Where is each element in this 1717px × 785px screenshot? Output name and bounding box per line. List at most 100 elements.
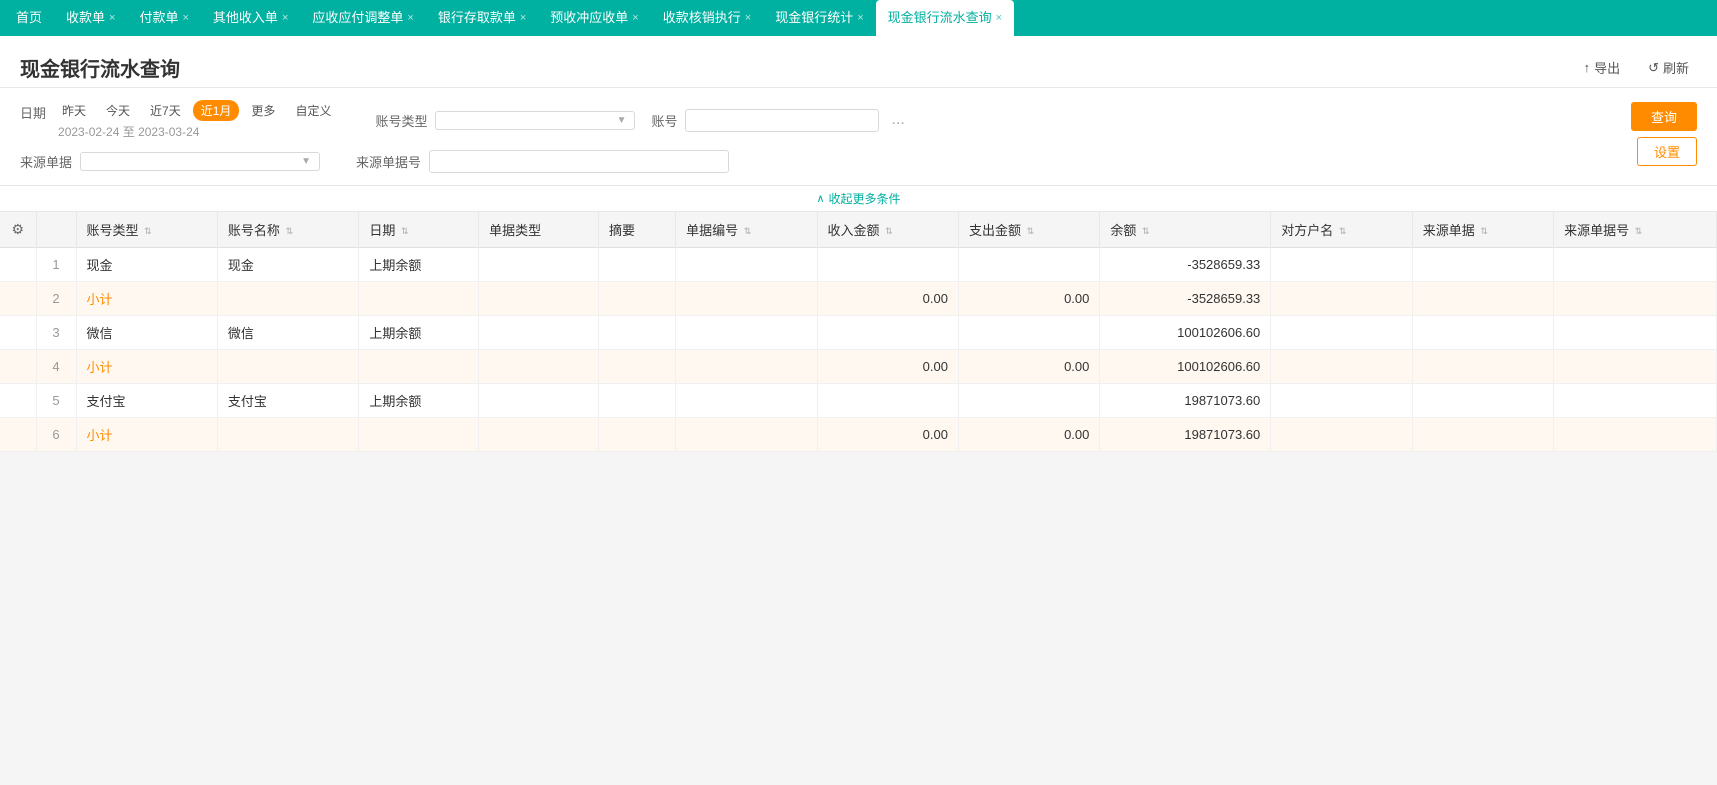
column-income[interactable]: 收入金额 ⇅ xyxy=(817,212,958,248)
table-row[interactable]: 5支付宝支付宝上期余额19871073.60 xyxy=(0,384,1717,418)
cell-account-type: 小计 xyxy=(76,282,217,316)
cell-account-name: 现金 xyxy=(217,248,358,282)
nav-receipts-close[interactable]: × xyxy=(109,0,115,36)
cell-doc-type xyxy=(479,350,599,384)
cell-account-type: 微信 xyxy=(76,316,217,350)
collapse-up-icon: ∧ xyxy=(816,192,824,205)
account-type-select[interactable]: ▼ xyxy=(435,111,635,130)
date-7days[interactable]: 近7天 xyxy=(142,100,189,121)
column-counterpart[interactable]: 对方户名 ⇅ xyxy=(1271,212,1412,248)
table-row[interactable]: 4小计0.000.00100102606.60 xyxy=(0,350,1717,384)
page-header: 现金银行流水查询 ↑ 导出 ↺ 刷新 xyxy=(0,36,1717,88)
nav-other-income-label: 其他收入单 xyxy=(213,0,278,36)
column-balance[interactable]: 余额 ⇅ xyxy=(1100,212,1271,248)
table-header-row: ⚙ 账号类型 ⇅ 账号名称 ⇅ 日期 ⇅ 单据类型 xyxy=(0,212,1717,248)
cell-gear xyxy=(0,316,36,350)
cell-date: 上期余额 xyxy=(359,316,479,350)
account-more-button[interactable]: ... xyxy=(891,111,904,129)
data-table-container: ⚙ 账号类型 ⇅ 账号名称 ⇅ 日期 ⇅ 单据类型 xyxy=(0,212,1717,452)
refresh-button[interactable]: ↺ 刷新 xyxy=(1640,54,1697,81)
cell-counterpart xyxy=(1271,384,1412,418)
table-row[interactable]: 2小计0.000.00-3528659.33 xyxy=(0,282,1717,316)
cell-counterpart xyxy=(1271,316,1412,350)
cell-balance: 19871073.60 xyxy=(1100,418,1271,452)
nav-cash-flow[interactable]: 现金银行流水查询 × xyxy=(876,0,1014,36)
date-yesterday[interactable]: 昨天 xyxy=(54,100,94,121)
sort-account-name[interactable]: ⇅ xyxy=(286,226,294,237)
cell-income: 0.00 xyxy=(817,282,958,316)
sort-income[interactable]: ⇅ xyxy=(885,226,893,237)
nav-bank-deposit-close[interactable]: × xyxy=(520,0,526,36)
sort-source-doc[interactable]: ⇅ xyxy=(1480,226,1488,237)
nav-advance-receipts-close[interactable]: × xyxy=(632,0,638,36)
table-row[interactable]: 1现金现金上期余额-3528659.33 xyxy=(0,248,1717,282)
nav-payments-close[interactable]: × xyxy=(182,0,188,36)
nav-collection-exec-close[interactable]: × xyxy=(745,0,751,36)
cell-source-doc xyxy=(1412,384,1553,418)
nav-cash-stats[interactable]: 现金银行统计 × xyxy=(763,0,875,36)
sort-account-type[interactable]: ⇅ xyxy=(144,226,152,237)
nav-other-income-close[interactable]: × xyxy=(282,0,288,36)
column-source-doc-no[interactable]: 来源单据号 ⇅ xyxy=(1554,212,1717,248)
query-button[interactable]: 查询 xyxy=(1631,102,1697,131)
settings-button[interactable]: 设置 xyxy=(1637,137,1697,166)
nav-collection-exec-label: 收款核销执行 xyxy=(663,0,741,36)
header-actions: ↑ 导出 ↺ 刷新 xyxy=(1576,54,1697,81)
cell-account-type: 支付宝 xyxy=(76,384,217,418)
nav-receipts[interactable]: 收款单 × xyxy=(54,0,127,36)
export-icon: ↑ xyxy=(1584,60,1591,75)
nav-home-label: 首页 xyxy=(16,0,42,36)
nav-advance-receipts[interactable]: 预收冲应收单 × xyxy=(538,0,650,36)
date-more[interactable]: 更多 xyxy=(243,100,283,121)
nav-collection-exec[interactable]: 收款核销执行 × xyxy=(651,0,763,36)
date-1month[interactable]: 近1月 xyxy=(193,100,240,121)
sort-counterpart[interactable]: ⇅ xyxy=(1339,226,1347,237)
table-row[interactable]: 3微信微信上期余额100102606.60 xyxy=(0,316,1717,350)
cell-date: 上期余额 xyxy=(359,384,479,418)
table-row[interactable]: 6小计0.000.0019871073.60 xyxy=(0,418,1717,452)
source-doc-no-input[interactable] xyxy=(429,150,729,173)
sort-source-doc-no[interactable]: ⇅ xyxy=(1635,226,1643,237)
cell-source-doc-no xyxy=(1554,316,1717,350)
date-custom[interactable]: 自定义 xyxy=(287,100,339,121)
column-account-name[interactable]: 账号名称 ⇅ xyxy=(217,212,358,248)
cell-balance: -3528659.33 xyxy=(1100,282,1271,316)
cell-balance: -3528659.33 xyxy=(1100,248,1271,282)
column-date[interactable]: 日期 ⇅ xyxy=(359,212,479,248)
nav-other-income[interactable]: 其他收入单 × xyxy=(201,0,300,36)
source-doc-label: 来源单据 xyxy=(20,152,72,171)
cell-source-doc-no xyxy=(1554,282,1717,316)
cell-doc-no xyxy=(676,384,817,418)
column-settings[interactable]: ⚙ xyxy=(0,212,36,248)
gear-icon[interactable]: ⚙ xyxy=(11,221,24,237)
nav-home[interactable]: 首页 xyxy=(4,0,54,36)
account-input[interactable] xyxy=(685,109,879,132)
column-expense[interactable]: 支出金额 ⇅ xyxy=(958,212,1099,248)
column-source-doc[interactable]: 来源单据 ⇅ xyxy=(1412,212,1553,248)
cell-rownum: 2 xyxy=(36,282,76,316)
nav-cash-stats-close[interactable]: × xyxy=(857,0,863,36)
collapse-bar[interactable]: ∧ 收起更多条件 xyxy=(0,186,1717,212)
sort-expense[interactable]: ⇅ xyxy=(1027,226,1035,237)
nav-bank-deposit[interactable]: 银行存取款单 × xyxy=(426,0,538,36)
cell-counterpart xyxy=(1271,418,1412,452)
source-doc-arrow: ▼ xyxy=(301,156,311,167)
column-account-type[interactable]: 账号类型 ⇅ xyxy=(76,212,217,248)
nav-payments[interactable]: 付款单 × xyxy=(127,0,200,36)
sort-balance[interactable]: ⇅ xyxy=(1142,226,1150,237)
source-doc-select[interactable]: ▼ xyxy=(80,152,320,171)
cell-income xyxy=(817,248,958,282)
cell-doc-type xyxy=(479,418,599,452)
sort-date[interactable]: ⇅ xyxy=(401,226,409,237)
nav-cash-flow-close[interactable]: × xyxy=(996,0,1002,36)
nav-bank-deposit-label: 银行存取款单 xyxy=(438,0,516,36)
export-button[interactable]: ↑ 导出 xyxy=(1576,54,1629,81)
cell-counterpart xyxy=(1271,248,1412,282)
sort-doc-no[interactable]: ⇅ xyxy=(744,226,752,237)
nav-adjustment-close[interactable]: × xyxy=(407,0,413,36)
cell-rownum: 6 xyxy=(36,418,76,452)
column-doc-no[interactable]: 单据编号 ⇅ xyxy=(676,212,817,248)
date-today[interactable]: 今天 xyxy=(98,100,138,121)
top-navigation: 首页 收款单 × 付款单 × 其他收入单 × 应收应付调整单 × 银行存取款单 … xyxy=(0,0,1717,36)
nav-adjustment[interactable]: 应收应付调整单 × xyxy=(300,0,425,36)
